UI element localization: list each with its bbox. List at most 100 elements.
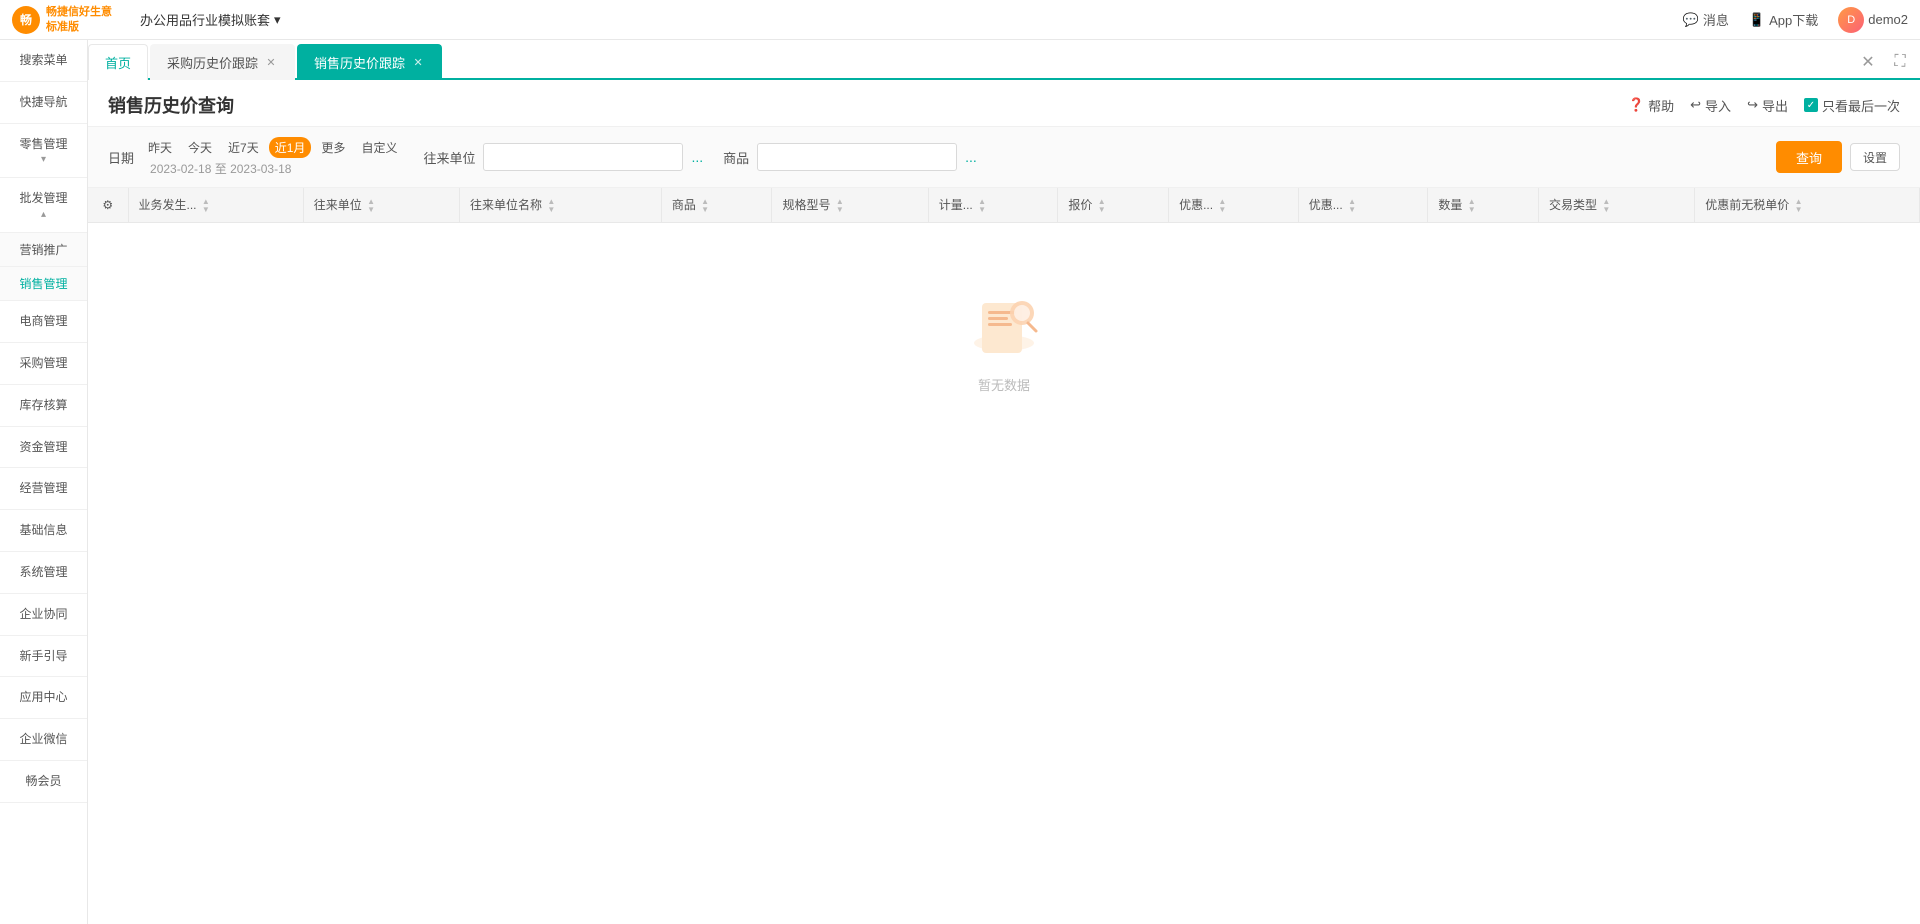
table-header-row: ⚙ 业务发生... ▲▼ 往来单位 ▲▼ 往来单位名称 — [88, 188, 1920, 222]
table-col-quoted-price[interactable]: 报价 ▲▼ — [1058, 188, 1169, 222]
avatar: D — [1838, 7, 1864, 33]
query-button[interactable]: 查询 — [1776, 141, 1842, 173]
date-btn-custom[interactable]: 自定义 — [355, 137, 403, 158]
app-download-button[interactable]: 📱 App下载 — [1749, 10, 1818, 29]
header-left: 畅 畅捷信好生意 标准版 办公用品行业模拟账套 ▾ — [12, 5, 281, 34]
tab-close-sales[interactable]: ✕ — [411, 56, 425, 70]
table-col-unit[interactable]: 计量... ▲▼ — [928, 188, 1058, 222]
sidebar-item-app-center[interactable]: 应用中心 — [0, 677, 87, 719]
logo-icon: 畅 — [12, 6, 40, 34]
unit-filter-group: 往来单位 ... — [423, 143, 703, 171]
maximize-button[interactable]: ⛶ — [1888, 50, 1912, 74]
sort-icon: ▲▼ — [1098, 198, 1106, 214]
goods-ellipsis-button[interactable]: ... — [965, 149, 977, 165]
sidebar-item-marketing[interactable]: 营销推广 — [0, 233, 87, 267]
date-btn-7days[interactable]: 近7天 — [222, 137, 265, 158]
date-range-text: 2023-02-18 至 2023-03-18 — [150, 160, 403, 177]
sort-icon: ▲▼ — [367, 198, 375, 214]
sort-icon: ▲▼ — [978, 198, 986, 214]
sidebar-item-retail-mgmt[interactable]: 零售管理 ▾ — [0, 124, 87, 179]
message-icon: 💬 — [1683, 12, 1699, 28]
message-button[interactable]: 💬 消息 — [1683, 10, 1729, 29]
tab-actions: ✕ ⛶ — [1856, 50, 1920, 78]
sidebar-item-vip-member[interactable]: 畅会员 — [0, 761, 87, 803]
empty-state: 暂无数据 — [88, 223, 1920, 454]
help-icon: ❓ — [1628, 97, 1644, 113]
close-window-button[interactable]: ✕ — [1856, 50, 1880, 74]
import-button[interactable]: ↩ 导入 — [1690, 96, 1731, 115]
sidebar-item-quick-nav[interactable]: 快捷导航 — [0, 82, 87, 124]
tab-home[interactable]: 首页 — [88, 44, 148, 80]
table-area: ⚙ 业务发生... ▲▼ 往来单位 ▲▼ 往来单位名称 — [88, 188, 1920, 924]
table-col-biz-date[interactable]: 业务发生... ▲▼ — [128, 188, 303, 222]
sidebar-item-wholesale-mgmt[interactable]: 批发管理 ▴ — [0, 178, 87, 233]
main-layout: 搜索菜单 快捷导航 零售管理 ▾ 批发管理 ▴ 营销推广 销售管理 电商管理 采… — [0, 40, 1920, 924]
page-content: 销售历史价查询 ❓ 帮助 ↩ 导入 ↪ 导出 ✓ — [88, 80, 1920, 924]
unit-ellipsis-button[interactable]: ... — [691, 149, 703, 165]
download-icon: 📱 — [1749, 12, 1765, 28]
goods-input[interactable] — [757, 143, 957, 171]
help-button[interactable]: ❓ 帮助 — [1628, 96, 1674, 115]
sort-icon: ▲▼ — [1602, 198, 1610, 214]
date-btn-more[interactable]: 更多 — [315, 137, 351, 158]
tab-purchase-history[interactable]: 采购历史价跟踪 ✕ — [150, 44, 295, 80]
sidebar-item-ecommerce-mgmt[interactable]: 电商管理 — [0, 301, 87, 343]
page-title: 销售历史价查询 — [108, 92, 234, 118]
user-profile-button[interactable]: D demo2 — [1838, 7, 1908, 33]
only-last-checkbox[interactable]: ✓ 只看最后一次 — [1804, 96, 1900, 115]
table-col-gear[interactable]: ⚙ — [88, 188, 128, 222]
sort-icon: ▲▼ — [1468, 198, 1476, 214]
logo-area: 畅 畅捷信好生意 标准版 — [12, 5, 112, 34]
sidebar-item-purchase-mgmt[interactable]: 采购管理 — [0, 343, 87, 385]
sort-icon: ▲▼ — [547, 198, 555, 214]
export-button[interactable]: ↪ 导出 — [1747, 96, 1788, 115]
table-col-discount1[interactable]: 优惠... ▲▼ — [1169, 188, 1299, 222]
chevron-down-icon: ▾ — [41, 154, 46, 165]
sidebar-item-finance-mgmt[interactable]: 资金管理 — [0, 427, 87, 469]
tab-sales-history[interactable]: 销售历史价跟踪 ✕ — [297, 44, 442, 80]
date-btn-1month[interactable]: 近1月 — [269, 137, 312, 158]
export-icon: ↪ — [1747, 97, 1758, 113]
sidebar-item-newbie-guide[interactable]: 新手引导 — [0, 636, 87, 678]
table-col-quantity[interactable]: 数量 ▲▼ — [1428, 188, 1539, 222]
table-col-partner-name[interactable]: 往来单位名称 ▲▼ — [459, 188, 661, 222]
date-filter-group: 日期 昨天 今天 近7天 近1月 更多 自定义 2023-02-18 至 202… — [108, 137, 403, 177]
sort-icon: ▲▼ — [836, 198, 844, 214]
header-bar: 畅 畅捷信好生意 标准版 办公用品行业模拟账套 ▾ 💬 消息 📱 App下载 D… — [0, 0, 1920, 40]
header-right: 💬 消息 📱 App下载 D demo2 — [1683, 7, 1908, 33]
sidebar: 搜索菜单 快捷导航 零售管理 ▾ 批发管理 ▴ 营销推广 销售管理 电商管理 采… — [0, 40, 88, 924]
logo-text: 畅捷信好生意 标准版 — [46, 5, 112, 34]
unit-filter-label: 往来单位 — [423, 148, 475, 167]
table-col-pre-tax-price[interactable]: 优惠前无税单价 ▲▼ — [1695, 188, 1920, 222]
settings-button[interactable]: 设置 — [1850, 143, 1900, 171]
chevron-up-icon: ▴ — [41, 209, 46, 220]
table-col-partner-code[interactable]: 往来单位 ▲▼ — [303, 188, 459, 222]
chevron-down-icon: ▾ — [274, 12, 281, 28]
unit-input[interactable] — [483, 143, 683, 171]
sidebar-item-sales-mgmt[interactable]: 销售管理 — [0, 267, 87, 301]
sidebar-item-system-mgmt[interactable]: 系统管理 — [0, 552, 87, 594]
page-header: 销售历史价查询 ❓ 帮助 ↩ 导入 ↪ 导出 ✓ — [88, 80, 1920, 127]
sidebar-item-enterprise-collab[interactable]: 企业协同 — [0, 594, 87, 636]
sidebar-item-enterprise-wechat[interactable]: 企业微信 — [0, 719, 87, 761]
filter-right-actions: 查询 设置 — [1776, 141, 1900, 173]
sidebar-item-search-menu[interactable]: 搜索菜单 — [0, 40, 87, 82]
tab-close-purchase[interactable]: ✕ — [264, 56, 278, 70]
table-col-goods[interactable]: 商品 ▲▼ — [661, 188, 772, 222]
date-filter-label: 日期 — [108, 148, 134, 167]
table-col-discount2[interactable]: 优惠... ▲▼ — [1298, 188, 1428, 222]
sidebar-item-basic-info[interactable]: 基础信息 — [0, 510, 87, 552]
sidebar-item-ops-mgmt[interactable]: 经营管理 — [0, 468, 87, 510]
gear-icon: ⚙ — [102, 198, 113, 212]
page-header-actions: ❓ 帮助 ↩ 导入 ↪ 导出 ✓ 只看最后一次 — [1628, 96, 1900, 115]
empty-icon — [964, 283, 1044, 363]
table-col-trade-type[interactable]: 交易类型 ▲▼ — [1539, 188, 1695, 222]
date-shortcuts: 昨天 今天 近7天 近1月 更多 自定义 — [142, 137, 403, 158]
date-btn-today[interactable]: 今天 — [182, 137, 218, 158]
date-btn-yesterday[interactable]: 昨天 — [142, 137, 178, 158]
content-area: 首页 采购历史价跟踪 ✕ 销售历史价跟踪 ✕ ✕ ⛶ 销售历史价查询 — [88, 40, 1920, 924]
tab-bar: 首页 采购历史价跟踪 ✕ 销售历史价跟踪 ✕ ✕ ⛶ — [88, 40, 1920, 80]
sidebar-item-inventory[interactable]: 库存核算 — [0, 385, 87, 427]
table-col-spec[interactable]: 规格型号 ▲▼ — [772, 188, 928, 222]
app-selector[interactable]: 办公用品行业模拟账套 ▾ — [140, 10, 281, 29]
